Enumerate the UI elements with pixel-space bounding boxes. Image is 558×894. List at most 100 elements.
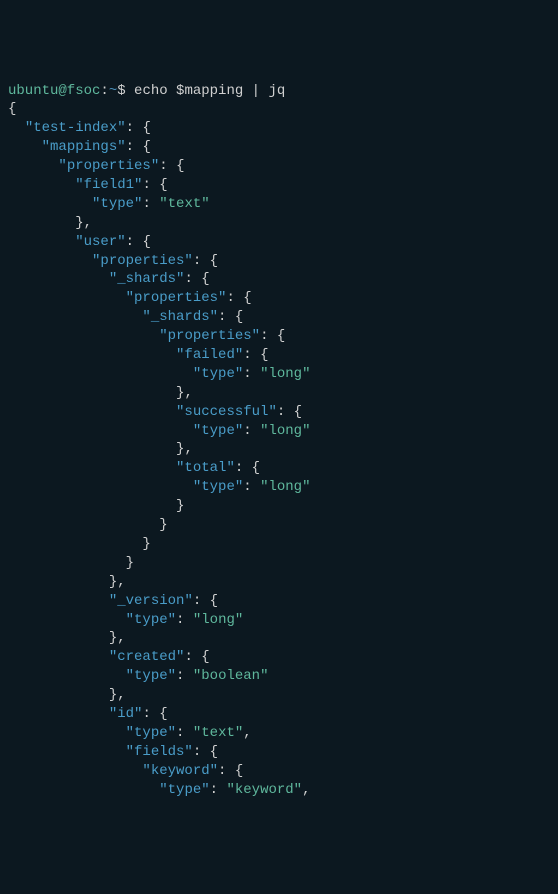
json-colon: : [126,234,143,250]
json-line: "_shards": { [8,270,550,289]
json-brace: } [159,517,167,533]
json-brace: } [142,536,150,552]
json-indent [8,630,109,646]
json-brace: { [260,347,268,363]
prompt-dollar: $ [117,83,125,99]
json-indent [8,649,109,665]
json-colon: : [184,649,201,665]
json-brace: { [277,328,285,344]
json-line: } [8,516,550,535]
json-key: "type" [193,479,243,495]
json-line: "type": "text", [8,724,550,743]
json-line: "_shards": { [8,308,550,327]
json-key: "properties" [92,253,193,269]
json-colon: : [126,139,143,155]
json-indent [8,687,109,703]
json-line: "properties": { [8,252,550,271]
json-indent [8,668,126,684]
json-colon: : [142,196,159,212]
json-colon: : [176,668,193,684]
json-colon: : [235,460,252,476]
json-indent [8,460,176,476]
json-brace: { [210,593,218,609]
json-indent [8,385,176,401]
json-comma: , [117,574,125,590]
json-colon: : [243,347,260,363]
json-colon: : [277,404,294,420]
json-string: "long" [193,612,243,628]
json-indent [8,328,159,344]
json-brace: { [159,177,167,193]
json-colon: : [193,744,210,760]
json-colon: : [159,158,176,174]
json-key: "test-index" [25,120,126,136]
json-indent [8,706,109,722]
json-line: "type": "long" [8,611,550,630]
json-line: }, [8,686,550,705]
json-key: "_shards" [109,271,185,287]
json-key: "field1" [75,177,142,193]
json-key: "properties" [159,328,260,344]
json-colon: : [218,309,235,325]
json-indent [8,158,58,174]
json-brace: { [210,744,218,760]
json-indent [8,404,176,420]
json-string: "long" [260,479,310,495]
json-indent [8,725,126,741]
json-line: }, [8,629,550,648]
json-indent [8,139,42,155]
json-line: "fields": { [8,743,550,762]
json-colon: : [210,782,227,798]
json-line: "properties": { [8,327,550,346]
json-indent [8,782,159,798]
json-indent [8,309,142,325]
json-indent [8,177,75,193]
json-indent [8,347,176,363]
json-line: "type": "text" [8,195,550,214]
json-key: "keyword" [142,763,218,779]
json-line: "field1": { [8,176,550,195]
json-line: }, [8,214,550,233]
json-line: } [8,497,550,516]
json-key: "failed" [176,347,243,363]
json-indent [8,196,92,212]
json-line: "type": "boolean" [8,667,550,686]
json-brace: { [201,649,209,665]
json-string: "keyword" [226,782,302,798]
json-key: "id" [109,706,143,722]
json-string: "text" [159,196,209,212]
json-line: } [8,535,550,554]
json-comma: , [243,725,251,741]
json-line: "type": "long" [8,365,550,384]
json-key: "_shards" [142,309,218,325]
json-colon: : [176,725,193,741]
json-string: "boolean" [193,668,269,684]
json-colon: : [193,253,210,269]
json-line: "properties": { [8,289,550,308]
json-brace: } [109,574,117,590]
json-line: }, [8,573,550,592]
json-brace: { [8,101,16,117]
json-indent [8,120,25,136]
json-colon: : [260,328,277,344]
json-indent [8,215,75,231]
json-string: "long" [260,366,310,382]
json-key: "created" [109,649,185,665]
json-comma: , [184,385,192,401]
json-line: "type": "long" [8,422,550,441]
json-colon: : [243,423,260,439]
json-brace: { [210,253,218,269]
json-key: "successful" [176,404,277,420]
json-indent [8,366,193,382]
json-colon: : [142,177,159,193]
json-indent [8,479,193,495]
json-indent [8,441,176,457]
json-indent [8,498,176,514]
json-comma: , [84,215,92,231]
json-indent [8,536,142,552]
json-line: "user": { [8,233,550,252]
json-string: "long" [260,423,310,439]
terminal-output[interactable]: ubuntu@fsoc:~$ echo $mapping | jq{ "test… [8,82,550,800]
json-indent [8,763,142,779]
json-indent [8,574,109,590]
